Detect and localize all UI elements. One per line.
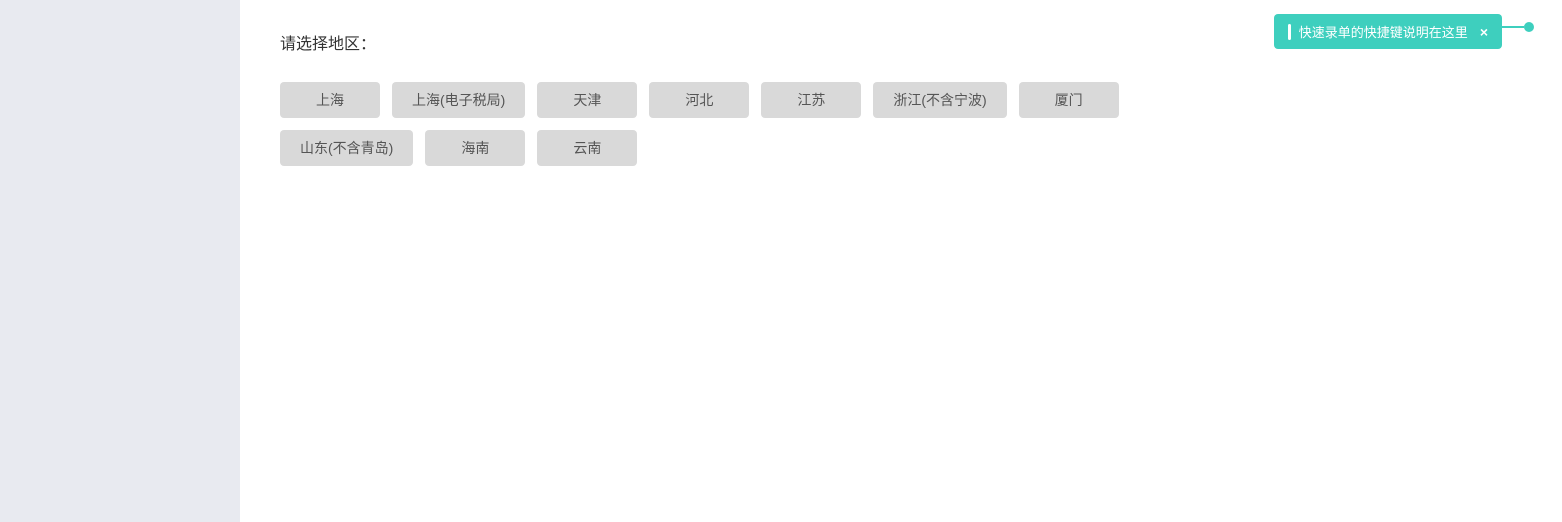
tooltip-close-button[interactable]: × xyxy=(1480,24,1488,40)
connector-dot xyxy=(1524,22,1534,32)
region-btn-xiamen[interactable]: 厦门 xyxy=(1019,82,1119,118)
region-btn-shanghai[interactable]: 上海 xyxy=(280,82,380,118)
region-btn-zhejiang[interactable]: 浙江(不含宁波) xyxy=(873,82,1006,118)
region-buttons-row-1: 上海上海(电子税局) 天津河北江苏浙江(不含宁波) 厦门 xyxy=(280,82,1522,118)
sidebar xyxy=(0,0,240,522)
region-btn-shanghai-etax[interactable]: 上海(电子税局) xyxy=(392,82,525,118)
region-btn-shandong[interactable]: 山东(不含青岛) xyxy=(280,130,413,166)
region-btn-jiangsu[interactable]: 江苏 xyxy=(761,82,861,118)
region-btn-hainan[interactable]: 海南 xyxy=(425,130,525,166)
region-btn-tianjin[interactable]: 天津 xyxy=(537,82,637,118)
main-content: 请选择地区： 上海上海(电子税局)天津河北江苏浙江(不含宁波)厦门 山东(不含青… xyxy=(240,0,1562,522)
bar-accent xyxy=(1288,24,1291,40)
tooltip-bar: 快速录单的快捷键说明在这里 × xyxy=(1274,14,1502,49)
region-btn-yunnan[interactable]: 云南 xyxy=(537,130,637,166)
region-btn-hebei[interactable]: 河北 xyxy=(649,82,749,118)
tooltip-text: 快速录单的快捷键说明在这里 xyxy=(1299,22,1468,41)
region-buttons-row-2: 山东(不含青岛) 海南云南 xyxy=(280,130,1522,166)
